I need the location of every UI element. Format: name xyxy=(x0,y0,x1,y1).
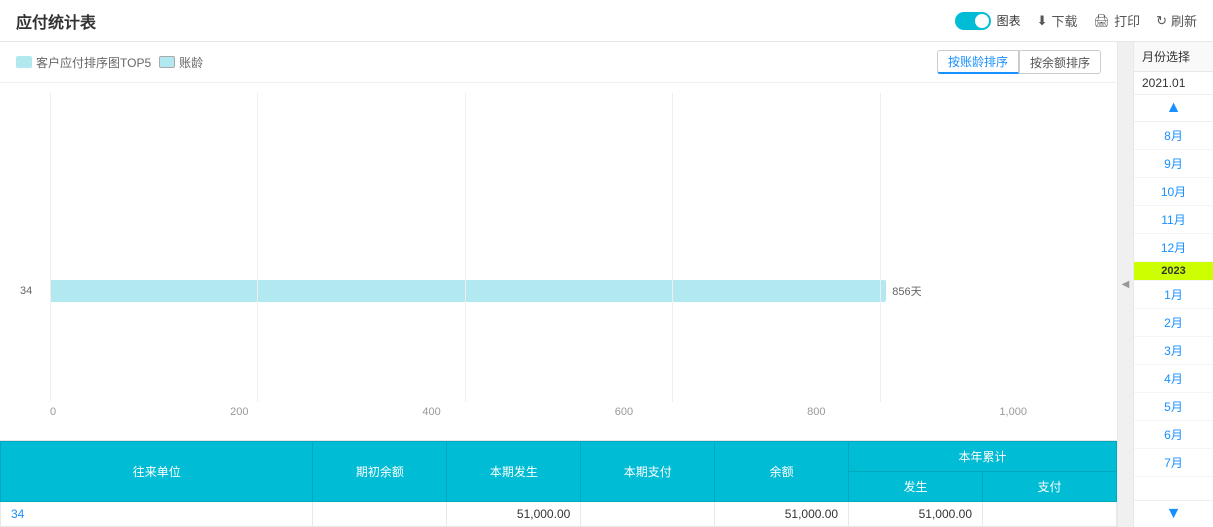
sidebar-scroll-down-button[interactable]: ▼ xyxy=(1134,500,1213,527)
arrow-up-icon: ▲ xyxy=(1166,99,1182,117)
chart-canvas: 34 856天 0 200 400 600 800 1,000 xyxy=(50,93,1087,420)
col-header-opening: 期初余额 xyxy=(313,442,447,502)
sidebar-month-aug[interactable]: 8月 xyxy=(1134,122,1213,150)
arrow-down-icon: ▼ xyxy=(1166,505,1182,523)
grid-line-4 xyxy=(880,93,881,402)
col-header-period-occ: 本期发生 xyxy=(447,442,581,502)
x-tick-5: 1,000 xyxy=(999,406,1027,418)
grid-line-3 xyxy=(672,93,673,402)
sidebar-collapse-button[interactable]: ◀ xyxy=(1117,42,1133,527)
cell-period-pay xyxy=(581,502,715,527)
legend-color-bar xyxy=(16,56,32,68)
legend-item-age: 账龄 xyxy=(159,54,203,71)
x-axis: 0 200 400 600 800 1,000 xyxy=(50,406,1027,420)
cell-ytd-pay xyxy=(983,502,1117,527)
col-header-ytd-occ: 发生 xyxy=(849,472,983,502)
sidebar-month-jan[interactable]: 1月 xyxy=(1134,281,1213,309)
bar-row-label: 34 xyxy=(20,285,32,297)
chart-sort-buttons: 按账龄排序 按余额排序 xyxy=(937,50,1101,74)
refresh-icon: ↻ xyxy=(1156,13,1167,29)
sort-by-balance-button[interactable]: 按余额排序 xyxy=(1019,50,1101,74)
collapse-icon: ◀ xyxy=(1122,279,1130,290)
cell-period-occ: 51,000.00 xyxy=(447,502,581,527)
sidebar-month-jul[interactable]: 7月 xyxy=(1134,449,1213,477)
x-tick-3: 600 xyxy=(615,406,633,418)
page-container: 应付统计表 图表 ⬇ 下载 🖨 打印 ↻ 刷新 xyxy=(0,0,1213,527)
col-header-period-pay: 本期支付 xyxy=(581,442,715,502)
main-content: 客户应付排序图TOP5 账龄 按账龄排序 按余额排序 34 xyxy=(0,42,1213,527)
sort-by-age-button[interactable]: 按账龄排序 xyxy=(937,50,1019,74)
legend-item-bar: 客户应付排序图TOP5 xyxy=(16,54,151,71)
print-button[interactable]: 🖨 打印 xyxy=(1094,11,1141,30)
legend-label-bar: 客户应付排序图TOP5 xyxy=(36,54,151,71)
chart-area: 34 856天 0 200 400 600 800 1,000 xyxy=(0,83,1117,440)
download-icon: ⬇ xyxy=(1037,13,1048,29)
sidebar-current-date[interactable]: 2021.01 xyxy=(1134,72,1213,95)
sidebar-month-apr[interactable]: 4月 xyxy=(1134,365,1213,393)
sidebar-month-dec[interactable]: 12月 xyxy=(1134,234,1213,262)
sidebar-header: 月份选择 xyxy=(1134,42,1213,72)
print-icon: 🖨 xyxy=(1094,13,1111,29)
cell-opening xyxy=(313,502,447,527)
chart-legend: 客户应付排序图TOP5 账龄 xyxy=(16,54,203,71)
col-header-balance: 余额 xyxy=(715,442,849,502)
toggle-thumb xyxy=(975,14,989,28)
cell-balance: 51,000.00 xyxy=(715,502,849,527)
table-section: 往来单位 期初余额 本期发生 本期支付 余额 本年累计 发生 支付 xyxy=(0,440,1117,527)
sidebar-month-may[interactable]: 5月 xyxy=(1134,393,1213,421)
col-header-unit: 往来单位 xyxy=(1,442,313,502)
sidebar-month-jun[interactable]: 6月 xyxy=(1134,421,1213,449)
download-label: 下载 xyxy=(1052,11,1078,30)
refresh-button[interactable]: ↻ 刷新 xyxy=(1156,11,1197,30)
right-sidebar: 月份选择 2021.01 ▲ 8月 9月 10月 11月 12月 2023 1月… xyxy=(1133,42,1213,527)
refresh-label: 刷新 xyxy=(1171,11,1197,30)
x-tick-2: 400 xyxy=(422,406,440,418)
x-tick-4: 800 xyxy=(807,406,825,418)
sidebar-month-nov[interactable]: 11月 xyxy=(1134,206,1213,234)
data-table: 往来单位 期初余额 本期发生 本期支付 余额 本年累计 发生 支付 xyxy=(0,441,1117,527)
chart-section: 客户应付排序图TOP5 账龄 按账龄排序 按余额排序 34 xyxy=(0,42,1117,527)
sidebar-month-oct[interactable]: 10月 xyxy=(1134,178,1213,206)
grid-line-2 xyxy=(465,93,466,402)
page-title: 应付统计表 xyxy=(16,9,96,33)
header: 应付统计表 图表 ⬇ 下载 🖨 打印 ↻ 刷新 xyxy=(0,0,1213,42)
sidebar-scroll-up-button[interactable]: ▲ xyxy=(1134,95,1213,122)
x-tick-1: 200 xyxy=(230,406,248,418)
sidebar-year-2023[interactable]: 2023 xyxy=(1134,262,1213,281)
sidebar-month-list: 8月 9月 10月 11月 12月 2023 1月 2月 3月 4月 5月 6月… xyxy=(1134,122,1213,500)
cell-ytd-occ: 51,000.00 xyxy=(849,502,983,527)
header-actions: 图表 ⬇ 下载 🖨 打印 ↻ 刷新 xyxy=(955,11,1197,30)
col-header-ytd-group: 本年累计 xyxy=(849,442,1117,472)
col-header-ytd-pay: 支付 xyxy=(983,472,1117,502)
chart-header: 客户应付排序图TOP5 账龄 按账龄排序 按余额排序 xyxy=(0,42,1117,83)
legend-label-age: 账龄 xyxy=(179,54,203,71)
sidebar-month-mar[interactable]: 3月 xyxy=(1134,337,1213,365)
chart-toggle-label: 图表 xyxy=(997,12,1021,29)
cell-unit: 34 xyxy=(1,502,313,527)
sidebar-month-feb[interactable]: 2月 xyxy=(1134,309,1213,337)
legend-color-age xyxy=(159,56,175,68)
download-button[interactable]: ⬇ 下载 xyxy=(1037,11,1078,30)
chart-toggle[interactable]: 图表 xyxy=(955,12,1021,30)
toggle-track[interactable] xyxy=(955,12,991,30)
table-row: 34 51,000.00 51,000.00 51,000.00 xyxy=(1,502,1117,527)
print-label: 打印 xyxy=(1114,11,1140,30)
x-tick-0: 0 xyxy=(50,406,56,418)
unit-link[interactable]: 34 xyxy=(11,507,24,521)
sidebar-month-sep[interactable]: 9月 xyxy=(1134,150,1213,178)
